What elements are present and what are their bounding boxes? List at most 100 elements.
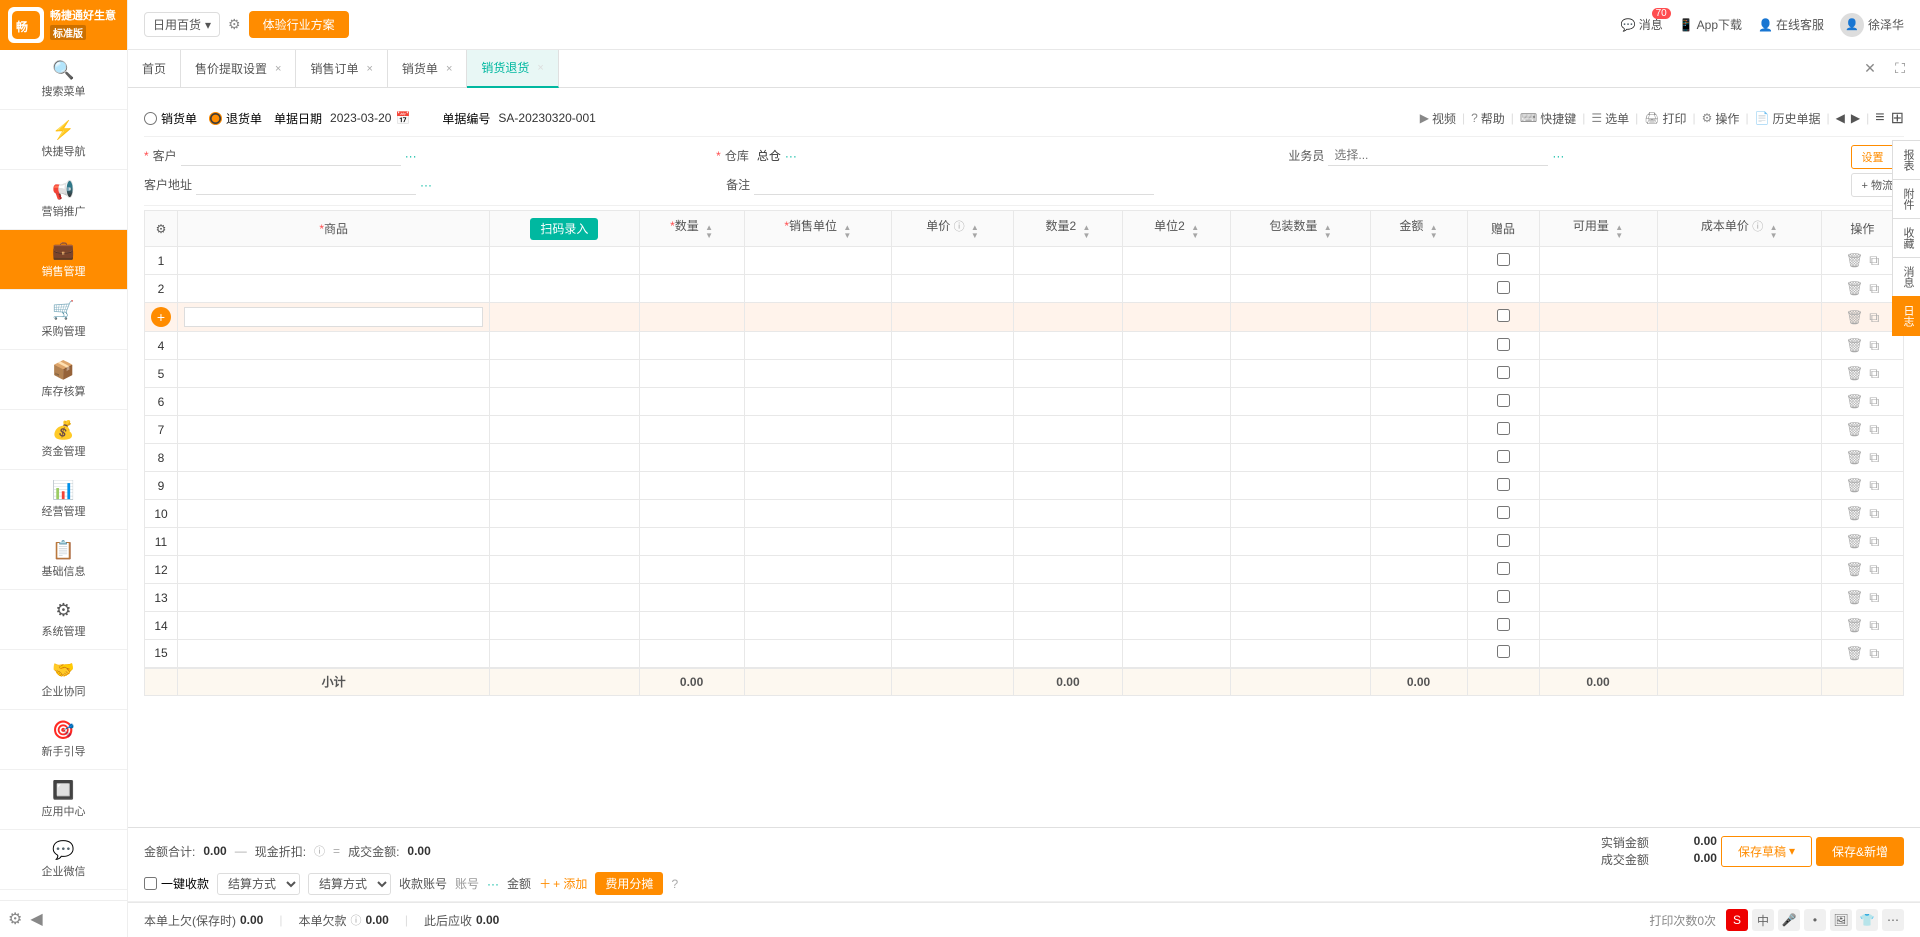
gift-checkbox[interactable] [1497,422,1510,435]
tab-sale-price[interactable]: 售价提取设置 × [181,50,296,88]
amount-cell[interactable] [1370,584,1467,612]
qty-cell[interactable] [639,275,744,303]
gift-checkbox[interactable] [1497,478,1510,491]
customer-select-btn[interactable]: ··· [405,149,417,163]
one-click-pay-checkbox[interactable] [144,877,157,890]
saleunit-cell[interactable] [744,303,891,332]
saleunit-cell[interactable] [744,556,891,584]
available-cell[interactable] [1539,332,1657,360]
amount-cell[interactable] [1370,332,1467,360]
prev-record-btn[interactable]: ◀ [1836,111,1845,125]
fee-help-icon[interactable]: ? [671,877,678,891]
unitprice-cell[interactable] [891,275,1013,303]
amount-cell[interactable] [1370,416,1467,444]
gift-checkbox[interactable] [1497,590,1510,603]
sidebar-item-system[interactable]: ⚙ 系统管理 [0,590,127,650]
unit2-cell[interactable] [1122,528,1231,556]
qty-cell[interactable] [639,612,744,640]
costprice-cell[interactable] [1657,556,1821,584]
unitprice-cell[interactable] [891,416,1013,444]
next-record-btn[interactable]: ▶ [1851,111,1860,125]
col-pkg-header[interactable]: 包装数量 ▲▼ [1231,211,1370,247]
icon-more[interactable]: ⋯ [1882,909,1904,931]
saleunit-cell[interactable] [744,612,891,640]
qty-cell[interactable] [639,247,744,275]
product-cell[interactable] [178,360,490,388]
radio-return-input[interactable] [209,112,222,125]
available-cell[interactable] [1539,500,1657,528]
amount-cell[interactable] [1370,472,1467,500]
product-cell[interactable] [178,584,490,612]
col-saleunit-header[interactable]: *销售单位 ▲▼ [744,211,891,247]
sidebar-item-member[interactable]: 👑 畅会员 [0,890,127,900]
sidebar-item-operations[interactable]: 📊 经营管理 [0,470,127,530]
gift-checkbox[interactable] [1497,281,1510,294]
col-scan-header[interactable]: 扫码录入 [490,211,639,247]
gift-cell[interactable] [1467,528,1539,556]
gift-checkbox[interactable] [1497,506,1510,519]
saleunit-cell[interactable] [744,388,891,416]
qty2-cell[interactable] [1014,247,1123,275]
sidebar-item-marketing[interactable]: 📢 营销推广 [0,170,127,230]
amount-cell[interactable] [1370,360,1467,388]
select-order-btn[interactable]: ☰ 选单 [1591,110,1629,127]
radio-sale[interactable]: 销货单 [144,110,197,127]
delete-icon[interactable]: 🗑 [1846,645,1864,662]
col-gift-header[interactable]: 赠品 [1467,211,1539,247]
add-icon[interactable]: + [151,307,171,327]
amount-cell[interactable] [1370,500,1467,528]
product-cell[interactable] [178,556,490,584]
rfp-attach-btn[interactable]: 附件 [1892,179,1920,219]
gift-cell[interactable] [1467,388,1539,416]
saleunit-cell[interactable] [744,472,891,500]
saleunit-cell[interactable] [744,584,891,612]
fee-split-btn[interactable]: 费用分摊 [595,872,663,895]
gift-cell[interactable] [1467,500,1539,528]
sidebar-item-purchase[interactable]: 🛒 采购管理 [0,290,127,350]
qty-cell[interactable] [639,472,744,500]
available-cell[interactable] [1539,528,1657,556]
copy-icon[interactable]: ⧉ [1869,280,1879,297]
unit2-cell[interactable] [1122,416,1231,444]
gift-checkbox[interactable] [1497,253,1510,266]
copy-icon[interactable]: ⧉ [1869,645,1879,662]
tab-sale-return-close[interactable]: × [537,62,543,74]
qty-cell[interactable] [639,303,744,332]
qty-cell[interactable] [639,360,744,388]
unitprice-cell[interactable] [891,388,1013,416]
pkg-cell[interactable] [1231,303,1370,332]
gift-checkbox[interactable] [1497,366,1510,379]
icon-shirt[interactable]: 👕 [1856,909,1878,931]
delete-icon[interactable]: 🗑 [1846,617,1864,634]
message-button[interactable]: 💬 消息 70 [1621,16,1663,33]
available-cell[interactable] [1539,416,1657,444]
available-cell[interactable] [1539,640,1657,668]
pkg-cell[interactable] [1231,388,1370,416]
available-cell[interactable] [1539,444,1657,472]
sidebar-item-wechat[interactable]: 💬 企业微信 [0,830,127,890]
unit2-cell[interactable] [1122,332,1231,360]
delete-icon[interactable]: 🗑 [1846,365,1864,382]
app-download-btn[interactable]: 📱 App下载 [1679,16,1742,33]
delete-icon[interactable]: 🗑 [1846,477,1864,494]
available-cell[interactable] [1539,275,1657,303]
saleunit-cell[interactable] [744,416,891,444]
unit2-cell[interactable] [1122,500,1231,528]
qty2-cell[interactable] [1014,388,1123,416]
address-input[interactable] [196,174,416,195]
available-cell[interactable] [1539,584,1657,612]
unit2-cell[interactable] [1122,303,1231,332]
help-btn[interactable]: ? 帮助 [1471,110,1505,127]
copy-icon[interactable]: ⧉ [1869,617,1879,634]
qty-cell[interactable] [639,640,744,668]
unitprice-cell[interactable] [891,640,1013,668]
rfp-fav-btn[interactable]: 收藏 [1892,218,1920,258]
delete-icon[interactable]: 🗑 [1846,505,1864,522]
qty2-cell[interactable] [1014,303,1123,332]
table-settings-icon[interactable]: ⚙ [156,222,167,236]
rfp-log-btn[interactable]: 日志 [1892,296,1920,336]
pkg-cell[interactable] [1231,640,1370,668]
amount-cell[interactable] [1370,388,1467,416]
qty-cell[interactable] [639,528,744,556]
unit2-cell[interactable] [1122,472,1231,500]
